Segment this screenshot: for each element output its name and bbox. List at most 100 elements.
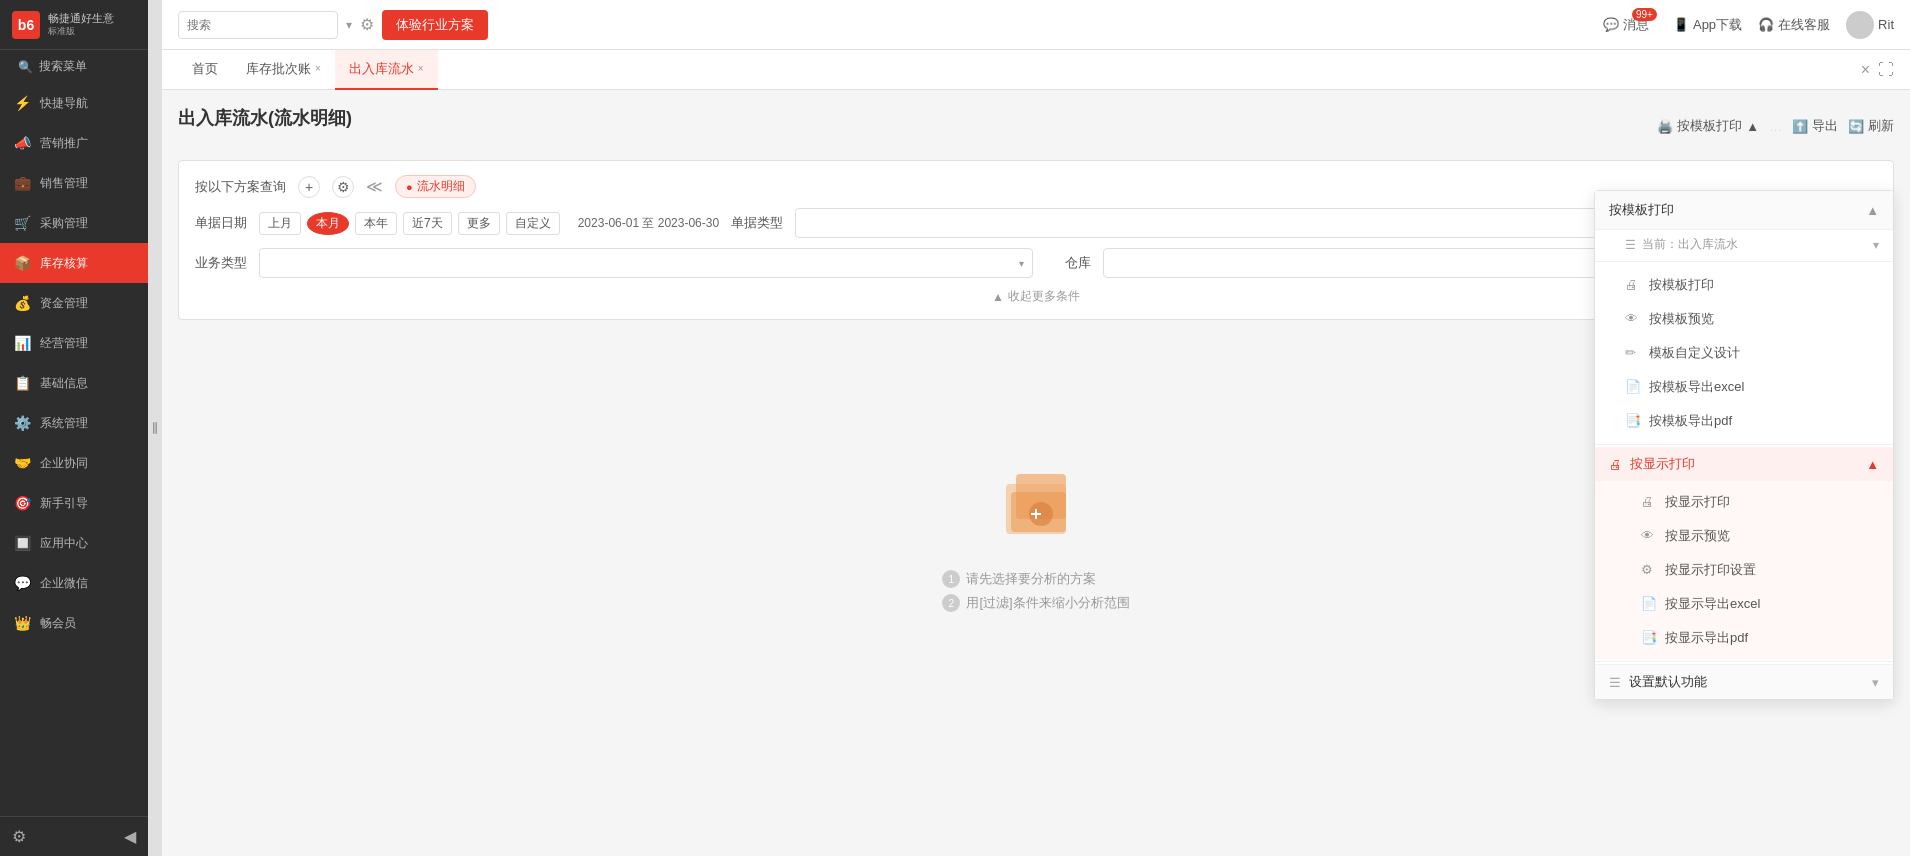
doc-type-label: 单据类型: [731, 214, 783, 232]
basic-icon: 📋: [12, 373, 32, 393]
sidebar-item-appcenter[interactable]: 🔲 应用中心: [0, 523, 148, 563]
separator1: …: [1769, 119, 1782, 134]
sidebar-item-guide[interactable]: 🎯 新手引导: [0, 483, 148, 523]
footer-chevron-icon[interactable]: ▾: [1872, 675, 1879, 690]
sidebar-item-enterprise[interactable]: 🤝 企业协同: [0, 443, 148, 483]
dropdown-item-template-excel[interactable]: 📄 按模板导出excel: [1595, 370, 1893, 404]
dropdown-section2-header[interactable]: 🖨 按显示打印 ▲: [1595, 447, 1893, 481]
empty-hints: 1 请先选择要分析的方案 2 用[过滤]条件来缩小分析范围: [942, 570, 1129, 612]
item-display-excel-label: 按显示导出excel: [1665, 595, 1760, 613]
sales-label: 销售管理: [40, 175, 88, 192]
dropdown-item-display-pdf[interactable]: 📑 按显示导出pdf: [1595, 621, 1893, 655]
filter-tag-flow[interactable]: ● 流水明细: [395, 175, 476, 198]
gear-icon[interactable]: ⚙: [360, 15, 374, 34]
wechat-label: 企业微信: [40, 575, 88, 592]
item-display-preview-label: 按显示预览: [1665, 527, 1730, 545]
user-avatar-btn[interactable]: Rit: [1846, 11, 1894, 39]
collapse-icon[interactable]: ◀: [124, 827, 136, 846]
trial-btn[interactable]: 体验行业方案: [382, 10, 488, 40]
dropdown-item-display-print[interactable]: 🖨 按显示打印: [1595, 485, 1893, 519]
filter-add-btn[interactable]: +: [298, 176, 320, 198]
tab-home[interactable]: 首页: [178, 50, 232, 90]
dropdown-footer[interactable]: ☰ 设置默认功能 ▾: [1595, 664, 1893, 699]
online-service-btn[interactable]: 🎧 在线客服: [1758, 16, 1830, 34]
date-btn-more[interactable]: 更多: [458, 212, 500, 235]
sidebar-search[interactable]: 🔍 搜索菜单: [0, 50, 148, 83]
sidebar-bottom: ⚙ ◀: [0, 816, 148, 856]
tab-inout-flow-close[interactable]: ×: [418, 63, 424, 74]
sidebar-item-operations[interactable]: 📊 经营管理: [0, 323, 148, 363]
search-input[interactable]: [178, 11, 338, 39]
template-print-btn[interactable]: 🖨️ 按模板打印 ▲: [1657, 117, 1759, 135]
dropdown-item-template-print[interactable]: 🖨 按模板打印: [1595, 268, 1893, 302]
export-btn[interactable]: ⬆️ 导出: [1792, 117, 1838, 135]
sidebar-item-system[interactable]: ⚙️ 系统管理: [0, 403, 148, 443]
display-preview-icon: 👁: [1641, 528, 1657, 544]
date-btn-7days[interactable]: 近7天: [403, 212, 452, 235]
topbar-right: 💬 消息 99+ 📱 App下载 🎧 在线客服 Rit: [1603, 11, 1894, 39]
sidebar-item-inventory[interactable]: 📦 库存核算: [0, 243, 148, 283]
hint-item-1: 1 请先选择要分析的方案: [942, 570, 1096, 588]
section-icon: ☰: [1625, 238, 1636, 252]
sidebar-item-purchase[interactable]: 🛒 采购管理: [0, 203, 148, 243]
sidebar-item-quick-nav[interactable]: ⚡ 快捷导航: [0, 83, 148, 123]
main-content: ▾ ⚙ 体验行业方案 💬 消息 99+ 📱 App下载 🎧 在线客服: [162, 0, 1910, 856]
date-btn-this-year[interactable]: 本年: [355, 212, 397, 235]
dropdown-item-template-pdf[interactable]: 📑 按模板导出pdf: [1595, 404, 1893, 438]
export-icon: ⬆️: [1792, 119, 1808, 134]
item-display-print-label: 按显示打印: [1665, 493, 1730, 511]
settings-icon[interactable]: ⚙: [12, 827, 26, 846]
dropdown-header-chevron[interactable]: ▲: [1866, 203, 1879, 218]
filter-label: 按以下方案查询: [195, 178, 286, 196]
item-template-design-label: 模板自定义设计: [1649, 344, 1740, 362]
logo-icon: b6: [12, 11, 40, 39]
finance-icon: 💰: [12, 293, 32, 313]
filter-tag-icon[interactable]: ⚙: [332, 176, 354, 198]
refresh-btn[interactable]: 🔄 刷新: [1848, 117, 1894, 135]
tab-inout-flow[interactable]: 出入库流水 ×: [335, 50, 438, 90]
divider-1: [1595, 261, 1893, 262]
tab-expand-icon[interactable]: ⛶: [1878, 61, 1894, 79]
date-btn-custom[interactable]: 自定义: [506, 212, 560, 235]
sidebar-item-wechat[interactable]: 💬 企业微信: [0, 563, 148, 603]
sidebar-item-basic[interactable]: 📋 基础信息: [0, 363, 148, 403]
svg-rect-1: [156, 422, 158, 434]
sidebar-item-marketing[interactable]: 📣 营销推广: [0, 123, 148, 163]
current-arrow[interactable]: ▾: [1873, 238, 1879, 252]
display-print-icon: 🖨: [1641, 494, 1657, 510]
date-btn-this-month[interactable]: 本月: [307, 212, 349, 235]
excel-icon-1: 📄: [1625, 379, 1641, 395]
section2-header-label: 按显示打印: [1630, 455, 1695, 473]
tab-batch-account-close[interactable]: ×: [315, 63, 321, 74]
date-btn-prev-month[interactable]: 上月: [259, 212, 301, 235]
member-label: 畅会员: [40, 615, 76, 632]
filter-collapse-icon[interactable]: ≪: [366, 177, 383, 196]
dropdown-current: ☰ 当前：出入库流水 ▾: [1595, 230, 1893, 259]
chevron-down-icon[interactable]: ▾: [346, 18, 352, 32]
print-dropdown: 按模板打印 ▲ ☰ 当前：出入库流水 ▾ 🖨 按模板打印: [1594, 190, 1894, 700]
section2-chevron-icon[interactable]: ▲: [1866, 457, 1879, 472]
message-btn[interactable]: 💬 消息 99+: [1603, 16, 1649, 34]
tab-close-all-icon[interactable]: ×: [1861, 61, 1870, 79]
dropdown-item-template-design[interactable]: ✏ 模板自定义设计: [1595, 336, 1893, 370]
message-badge: 99+: [1632, 8, 1657, 21]
default-icon: ☰: [1609, 675, 1621, 690]
dropdown-item-display-preview[interactable]: 👁 按显示预览: [1595, 519, 1893, 553]
sidebar-item-finance[interactable]: 💰 资金管理: [0, 283, 148, 323]
dropdown-item-display-settings[interactable]: ⚙ 按显示打印设置: [1595, 553, 1893, 587]
biz-type-label: 业务类型: [195, 254, 247, 272]
dropdown-item-display-excel[interactable]: 📄 按显示导出excel: [1595, 587, 1893, 621]
tab-batch-account[interactable]: 库存批次账 ×: [232, 50, 335, 90]
preview-icon: 👁: [1625, 311, 1641, 327]
biz-type-select[interactable]: ▾: [259, 248, 1033, 278]
app-download-btn[interactable]: 📱 App下载: [1673, 16, 1742, 34]
sidebar-scroll[interactable]: [148, 0, 162, 856]
page-content: 出入库流水(流水明细) 🖨️ 按模板打印 ▲ … ⬆️ 导出 🔄 刷新: [162, 90, 1910, 856]
sidebar-item-member[interactable]: 👑 畅会员: [0, 603, 148, 643]
sidebar-search-label: 搜索菜单: [39, 58, 87, 75]
appcenter-icon: 🔲: [12, 533, 32, 553]
print-icon: 🖨: [1625, 277, 1641, 293]
dropdown-item-template-preview[interactable]: 👁 按模板预览: [1595, 302, 1893, 336]
biz-type-chevron-icon: ▾: [1019, 258, 1024, 269]
sidebar-item-sales[interactable]: 💼 销售管理: [0, 163, 148, 203]
